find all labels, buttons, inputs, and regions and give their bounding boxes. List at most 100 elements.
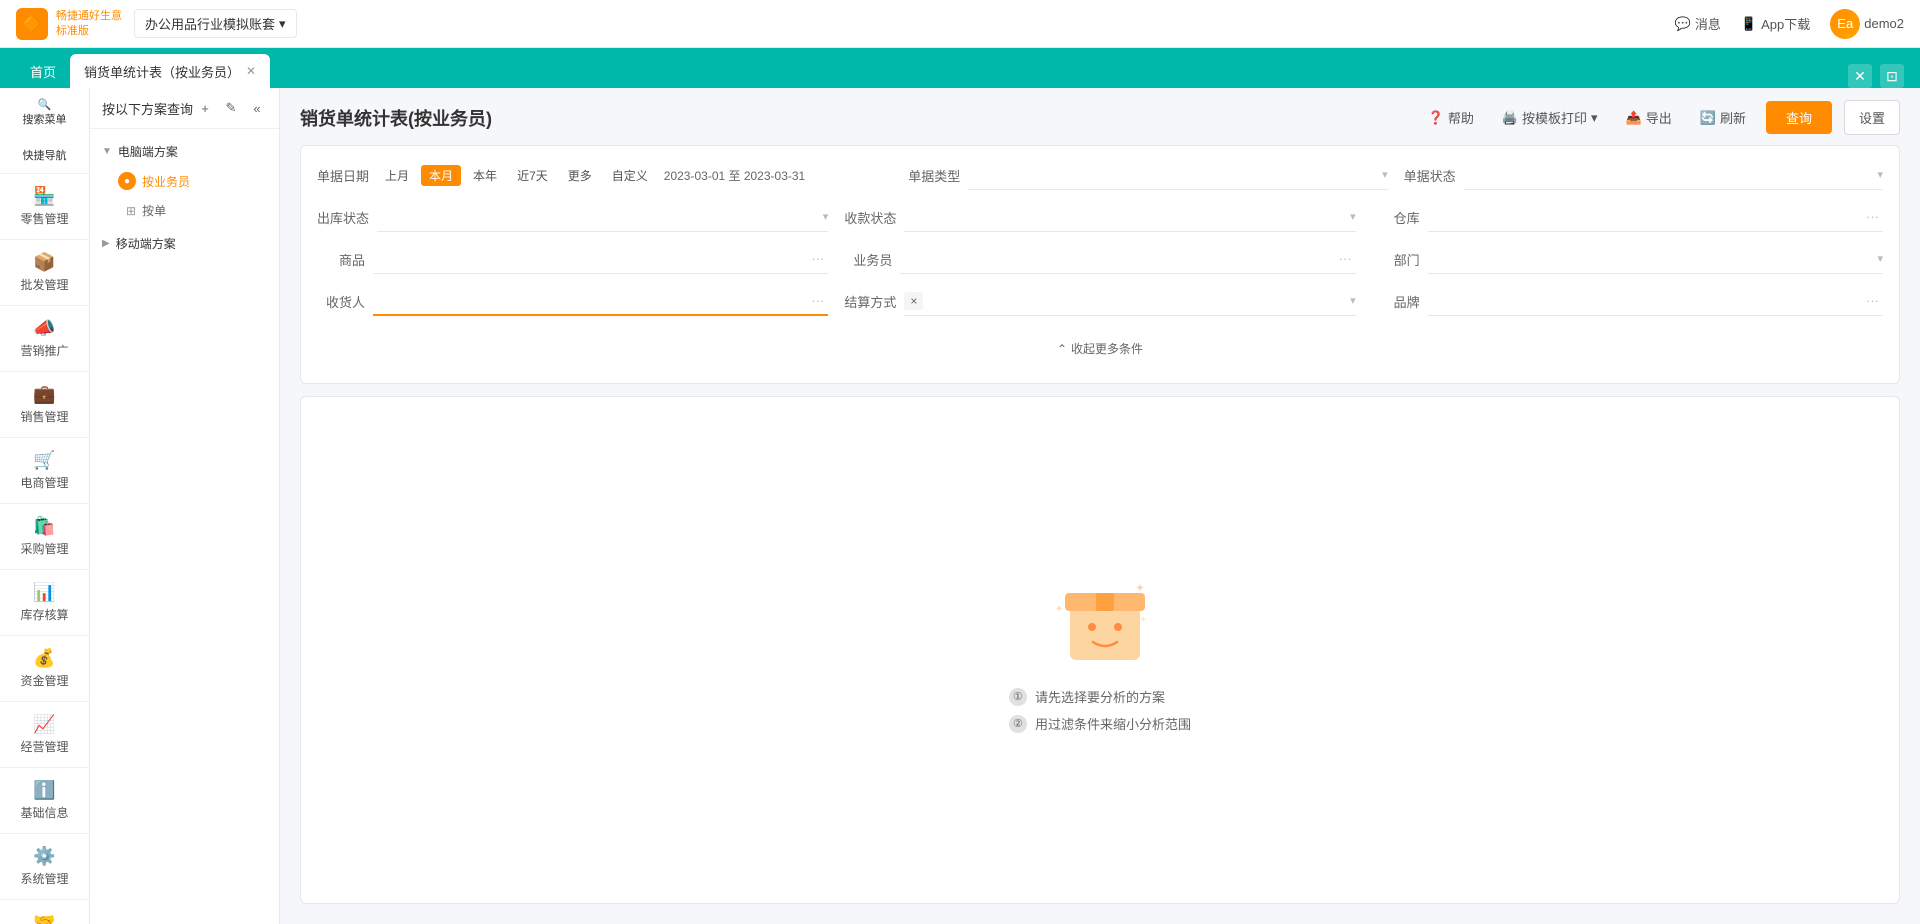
- collect-status-control[interactable]: ▾: [904, 202, 1355, 232]
- export-button[interactable]: 📤 导出: [1618, 104, 1680, 131]
- step-1-text: 请先选择要分析的方案: [1035, 687, 1165, 706]
- left-panel-header: 按以下方案查询 + ✎ «: [90, 88, 279, 129]
- filter-brand: 品牌 ···: [1372, 286, 1883, 316]
- system-icon: ⚙️: [33, 846, 55, 867]
- app-selector-text: 办公用品行业模拟账套: [145, 14, 275, 33]
- empty-svg: ✦ ✦ ✦: [1050, 567, 1160, 667]
- doc-status-control[interactable]: ▾: [1464, 160, 1883, 190]
- consignee-control[interactable]: ···: [373, 286, 828, 316]
- filter-doc-type: 单据类型 ▾: [908, 160, 1387, 190]
- filter-out-status: 出库状态 ▾: [317, 202, 828, 232]
- settlement-control[interactable]: × ▾: [904, 286, 1355, 316]
- sidebar-item-basic[interactable]: ℹ️ 基础信息: [0, 768, 89, 834]
- user-menu[interactable]: Ea demo2: [1830, 9, 1904, 39]
- add-scheme-button[interactable]: +: [195, 98, 215, 118]
- sidebar-item-wholesale[interactable]: 📦 批发管理: [0, 240, 89, 306]
- help-button[interactable]: ❓ 帮助: [1420, 104, 1482, 131]
- query-button[interactable]: 查询: [1766, 101, 1832, 134]
- collapse-panel-button[interactable]: «: [247, 98, 267, 118]
- purchase-icon: 🛍️: [33, 516, 55, 537]
- sidebar-item-system[interactable]: ⚙️ 系统管理: [0, 834, 89, 900]
- doc-status-dropdown-icon: ▾: [1877, 168, 1883, 181]
- settlement-label: 结算方式: [844, 292, 896, 311]
- filter-consignee: 收货人 ···: [317, 286, 828, 316]
- left-panel: 按以下方案查询 + ✎ « ▼ 电脑端方案 ● 按业务员 ⊞ 按单: [90, 88, 280, 924]
- logo-text: 畅捷通好生意 标准版: [56, 9, 122, 38]
- settings-button[interactable]: 设置: [1844, 100, 1900, 135]
- empty-step-2: ② 用过滤条件来缩小分析范围: [1009, 714, 1191, 733]
- refresh-button[interactable]: 🔄 刷新: [1692, 104, 1754, 131]
- date-tab-this-month[interactable]: 本月: [421, 165, 461, 186]
- top-header: 🔶 畅捷通好生意 标准版 办公用品行业模拟账套 ▾ 💬 消息 📱 App下载 E…: [0, 0, 1920, 48]
- sidebar-item-inventory[interactable]: 📊 库存核算: [0, 570, 89, 636]
- empty-illustration: ✦ ✦ ✦: [1050, 567, 1150, 667]
- svg-text:✦: ✦: [1055, 604, 1063, 615]
- filter-date: 单据日期 上月 本月 本年 近7天 更多 自定义 2023-03-01 至 20…: [317, 160, 892, 190]
- date-tab-more[interactable]: 更多: [560, 165, 600, 186]
- print-icon: 🖨️: [1502, 110, 1518, 126]
- filter-warehouse: 仓库 ···: [1372, 202, 1883, 232]
- tab-restore-button[interactable]: ⊡: [1880, 64, 1904, 88]
- sidebar-item-sales[interactable]: 💼 销售管理: [0, 372, 89, 438]
- print-button[interactable]: 🖨️ 按模板打印 ▾: [1494, 104, 1606, 131]
- date-tab-last-month[interactable]: 上月: [377, 165, 417, 186]
- step-2-num: ②: [1009, 715, 1027, 733]
- pc-scheme-label: 电脑端方案: [118, 143, 178, 160]
- tag-close-icon[interactable]: ×: [910, 294, 917, 308]
- warehouse-ellipsis[interactable]: ···: [1862, 209, 1883, 224]
- sidebar-quicknav[interactable]: 快捷导航: [0, 137, 89, 174]
- date-tab-last7[interactable]: 近7天: [509, 165, 556, 186]
- salesperson-control[interactable]: ···: [900, 244, 1355, 274]
- sidebar-item-collab[interactable]: 🤝 企业协同: [0, 900, 89, 924]
- help-icon: ❓: [1428, 110, 1444, 126]
- date-range-value: 2023-03-01 至 2023-03-31: [664, 167, 805, 184]
- doc-type-control[interactable]: ▾: [968, 160, 1387, 190]
- sales-stats-tab-label: 销货单统计表（按业务员）: [84, 62, 240, 81]
- pc-scheme-header[interactable]: ▼ 电脑端方案: [90, 137, 279, 166]
- tab-close-icon[interactable]: ✕: [246, 64, 256, 78]
- sidebar-item-marketing[interactable]: 📣 营销推广: [0, 306, 89, 372]
- page-title: 销货单统计表(按业务员): [300, 105, 492, 131]
- collapse-button[interactable]: ⌃ 收起更多条件: [1045, 336, 1155, 361]
- ops-icon: 📈: [33, 714, 55, 735]
- salesperson-ellipsis[interactable]: ···: [1335, 251, 1356, 266]
- warehouse-control[interactable]: ···: [1428, 202, 1883, 232]
- goods-control[interactable]: ···: [373, 244, 828, 274]
- sidebar-item-ecom[interactable]: 🛒 电商管理: [0, 438, 89, 504]
- message-button[interactable]: 💬 消息: [1675, 14, 1721, 33]
- brand-label: 品牌: [1372, 292, 1420, 311]
- app-selector[interactable]: 办公用品行业模拟账套 ▾: [134, 9, 297, 38]
- download-button[interactable]: 📱 App下载: [1741, 14, 1810, 33]
- consignee-ellipsis[interactable]: ···: [807, 293, 828, 308]
- scheme-order-label: 按单: [142, 202, 166, 219]
- date-label: 单据日期: [317, 166, 369, 185]
- tab-home[interactable]: 首页: [16, 54, 70, 88]
- filter-row-4: 收货人 ··· 结算方式 × ▾ 品牌: [317, 286, 1883, 316]
- sidebar-item-ops[interactable]: 📈 经营管理: [0, 702, 89, 768]
- tab-close-button[interactable]: ✕: [1848, 64, 1872, 88]
- scheme-by-salesperson[interactable]: ● 按业务员: [90, 166, 279, 196]
- goods-ellipsis[interactable]: ···: [807, 251, 828, 266]
- date-tab-this-year[interactable]: 本年: [465, 165, 505, 186]
- filter-doc-status: 单据状态 ▾: [1404, 160, 1883, 190]
- home-tab-label: 首页: [30, 62, 56, 81]
- sidebar-search[interactable]: 🔍 搜索菜单: [0, 88, 89, 137]
- tab-sales-stats[interactable]: 销货单统计表（按业务员） ✕: [70, 54, 270, 88]
- out-status-control[interactable]: ▾: [377, 202, 828, 232]
- dept-control[interactable]: ▾: [1428, 244, 1883, 274]
- salesperson-label: 业务员: [844, 250, 892, 269]
- scheme-by-order[interactable]: ⊞ 按单: [90, 196, 279, 225]
- date-tab-custom[interactable]: 自定义: [604, 165, 656, 186]
- brand-ellipsis[interactable]: ···: [1862, 293, 1883, 308]
- refresh-icon: 🔄: [1700, 110, 1716, 126]
- edit-scheme-button[interactable]: ✎: [221, 98, 241, 118]
- sidebar-item-finance[interactable]: 💰 资金管理: [0, 636, 89, 702]
- brand-control[interactable]: ···: [1428, 286, 1883, 316]
- header-left: 🔶 畅捷通好生意 标准版 办公用品行业模拟账套 ▾: [16, 8, 297, 40]
- panel-title: 按以下方案查询: [102, 99, 193, 118]
- mobile-scheme-header[interactable]: ▶ 移动端方案: [90, 229, 279, 258]
- sidebar-item-retail[interactable]: 🏪 零售管理: [0, 174, 89, 240]
- main-layout: 🔍 搜索菜单 快捷导航 🏪 零售管理 📦 批发管理 📣 营销推广 💼 销售管理 …: [0, 88, 1920, 924]
- basic-icon: ℹ️: [33, 780, 55, 801]
- sidebar-item-purchase[interactable]: 🛍️ 采购管理: [0, 504, 89, 570]
